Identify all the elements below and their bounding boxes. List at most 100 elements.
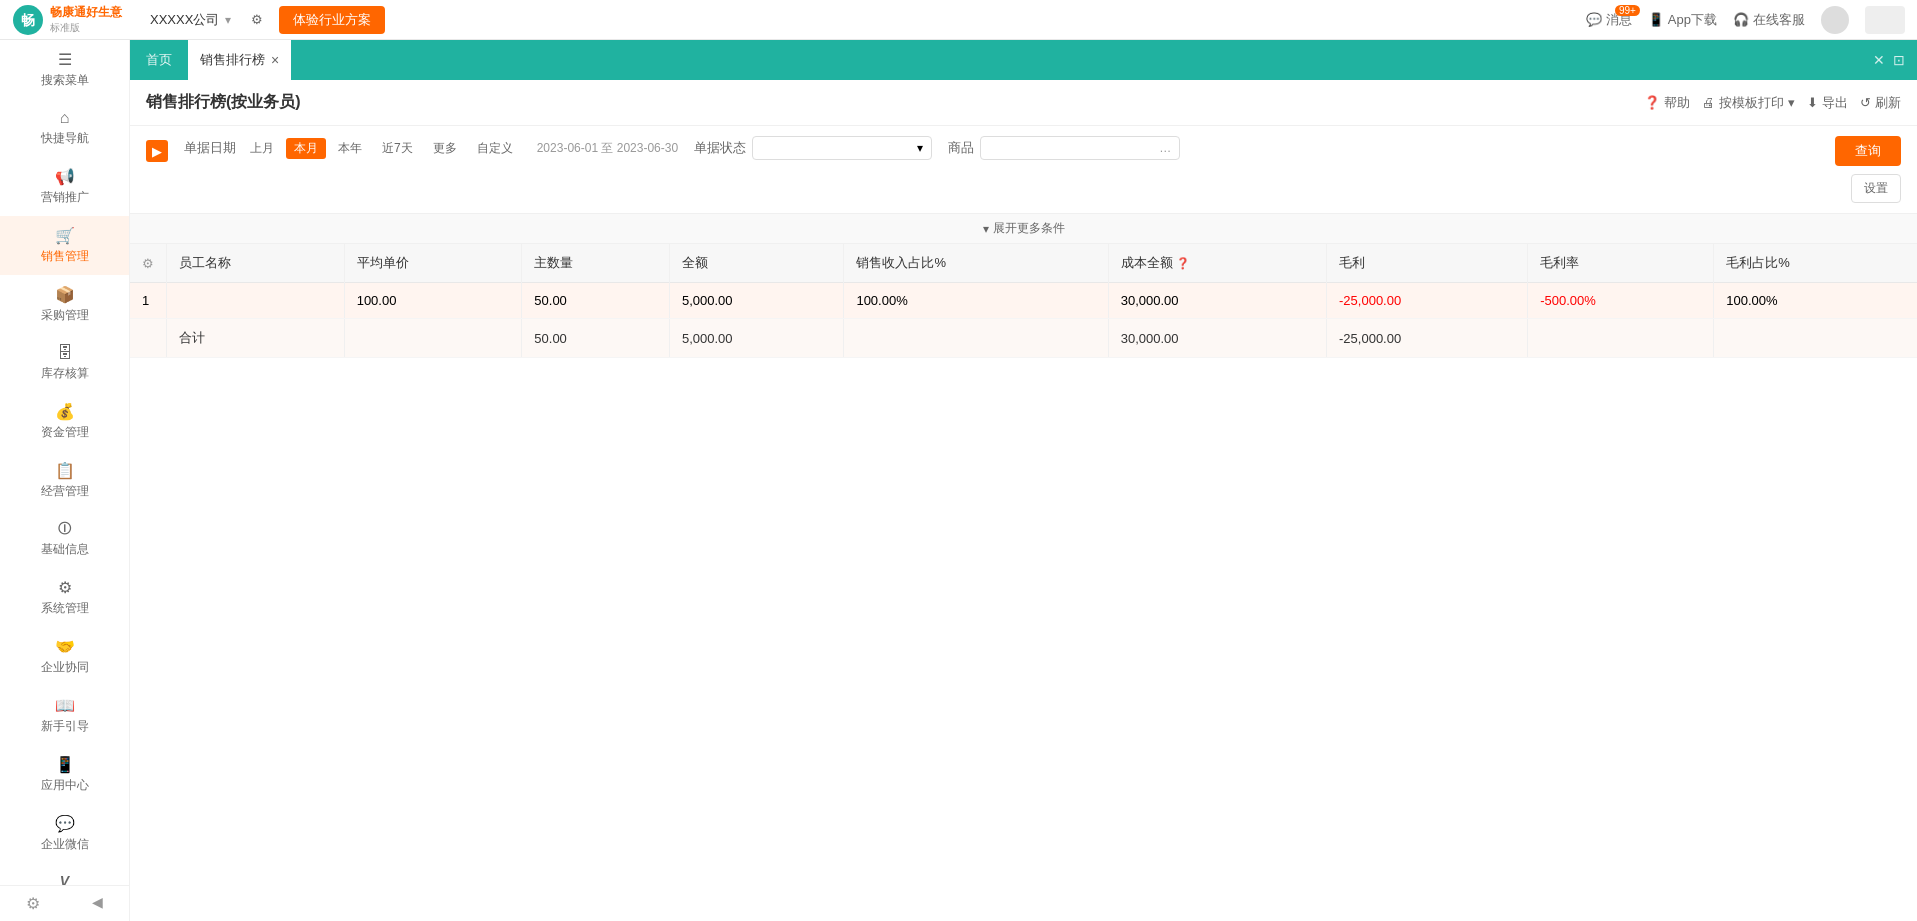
tab-minimize-icon[interactable]: ✕ — [1873, 52, 1885, 68]
status-filter: 单据状态 ▾ — [694, 136, 932, 160]
top-right-actions: 💬 消息 99+ 📱 App下载 🎧 在线客服 — [1586, 6, 1905, 34]
status-select[interactable]: ▾ — [752, 136, 932, 160]
sidebar-collapse-icon[interactable]: ◀ — [92, 894, 103, 913]
date-tab-current-year[interactable]: 本年 — [330, 138, 370, 159]
cost-help-icon[interactable]: ❓ — [1176, 257, 1190, 269]
cell-sales-pct: 100.00% — [844, 283, 1108, 319]
sidebar-item-marketing[interactable]: 📢 营销推广 — [0, 157, 129, 216]
col-name: 员工名称 — [167, 244, 345, 283]
sidebar-item-enterprise[interactable]: 🤝 企业协同 — [0, 627, 129, 686]
template-print-button[interactable]: 🖨 按模板打印 ▾ — [1702, 94, 1795, 112]
col-avg-price: 平均单价 — [344, 244, 522, 283]
help-button[interactable]: ❓ 帮助 — [1644, 94, 1690, 112]
date-tab-last-month[interactable]: 上月 — [242, 138, 282, 159]
filter-toggle-button[interactable]: ▶ — [146, 140, 168, 162]
sidebar-item-inventory[interactable]: 🗄 库存核算 — [0, 334, 129, 392]
guide-icon: 📖 — [55, 696, 75, 715]
app-center-icon: 📱 — [55, 755, 75, 774]
message-badge: 99+ — [1615, 5, 1640, 16]
app-download-button[interactable]: 📱 App下载 — [1648, 11, 1717, 29]
message-button[interactable]: 💬 消息 99+ — [1586, 11, 1632, 29]
footer-label: 合计 — [167, 319, 345, 358]
date-tab-more[interactable]: 更多 — [425, 138, 465, 159]
chevron-down-icon: ▾ — [225, 13, 231, 27]
inventory-icon: 🗄 — [57, 344, 73, 362]
avatar[interactable] — [1821, 6, 1849, 34]
tab-maximize-icon[interactable]: ⊡ — [1893, 52, 1905, 68]
sidebar-item-sales[interactable]: 🛒 销售管理 — [0, 216, 129, 275]
goods-filter: 商品 … — [948, 136, 1180, 160]
sidebar-item-label: 系统管理 — [41, 600, 89, 617]
expand-bar: ▾ 展开更多条件 — [130, 214, 1917, 244]
sidebar-item-system[interactable]: ⚙ 系统管理 — [0, 568, 129, 627]
goods-label: 商品 — [948, 139, 974, 157]
app-logo: 畅 — [12, 4, 44, 36]
settings-icon[interactable]: ⚙ — [243, 6, 271, 34]
col-qty: 主数量 — [522, 244, 670, 283]
date-tab-custom[interactable]: 自定义 — [469, 138, 521, 159]
company-selector[interactable]: XXXXX公司 ▾ — [142, 7, 239, 33]
purchase-icon: 📦 — [55, 285, 75, 304]
print-icon: 🖨 — [1702, 95, 1715, 110]
sidebar-item-label: 资金管理 — [41, 424, 89, 441]
column-settings-button[interactable]: 设置 — [1851, 174, 1901, 203]
col-profit: 毛利 — [1327, 244, 1528, 283]
sidebar-settings-icon[interactable]: ⚙ — [26, 894, 40, 913]
sidebar-item-guide[interactable]: 📖 新手引导 — [0, 686, 129, 745]
tab-bar: 首页 销售排行榜 × ✕ ⊡ — [130, 40, 1917, 80]
tab-label: 销售排行榜 — [200, 51, 265, 69]
expand-conditions-button[interactable]: ▾ 展开更多条件 — [983, 220, 1065, 237]
goods-more-icon: … — [1159, 141, 1171, 155]
sidebar-item-label: 应用中心 — [41, 777, 89, 794]
sidebar-item-quick-nav[interactable]: ⌂ 快捷导航 — [0, 99, 129, 157]
footer-sales-pct — [844, 319, 1108, 358]
sidebar-item-label: 采购管理 — [41, 307, 89, 324]
app-container: 畅 畅康通好生意 标准版 XXXXX公司 ▾ ⚙ 体验行业方案 💬 消息 99+… — [0, 0, 1917, 921]
refresh-button[interactable]: ↺ 刷新 — [1860, 94, 1901, 112]
member-icon: V — [60, 873, 69, 885]
col-sales-pct: 销售收入占比% — [844, 244, 1108, 283]
page-header: 销售排行榜(按业务员) ❓ 帮助 🖨 按模板打印 ▾ ⬇ — [130, 80, 1917, 126]
sidebar-item-wechat[interactable]: 💬 企业微信 — [0, 804, 129, 863]
cell-qty: 50.00 — [522, 283, 670, 319]
sidebar-bottom: ⚙ ◀ — [0, 885, 129, 921]
trial-button[interactable]: 体验行业方案 — [279, 6, 385, 34]
tab-right-controls: ✕ ⊡ — [1873, 52, 1917, 68]
sidebar-item-finance[interactable]: 💰 资金管理 — [0, 392, 129, 451]
wechat-icon: 💬 — [55, 814, 75, 833]
date-tab-current-month[interactable]: 本月 — [286, 138, 326, 159]
home-icon: ⌂ — [60, 109, 70, 127]
goods-input[interactable]: … — [980, 136, 1180, 160]
col-settings[interactable]: ⚙ — [130, 244, 167, 283]
tab-close-icon[interactable]: × — [271, 52, 279, 68]
export-icon: ⬇ — [1807, 95, 1818, 110]
sidebar-item-basic-info[interactable]: Ⓘ 基础信息 — [0, 510, 129, 568]
cell-profit: -25,000.00 — [1327, 283, 1528, 319]
date-tab-7days[interactable]: 近7天 — [374, 138, 421, 159]
footer-qty: 50.00 — [522, 319, 670, 358]
date-range-display: 2023-06-01 至 2023-06-30 — [537, 140, 678, 157]
footer-cost: 30,000.00 — [1108, 319, 1326, 358]
company-name: XXXXX公司 — [150, 11, 219, 29]
sidebar-item-app-center[interactable]: 📱 应用中心 — [0, 745, 129, 804]
footer-profit: -25,000.00 — [1327, 319, 1528, 358]
sidebar-item-operations[interactable]: 📋 经营管理 — [0, 451, 129, 510]
date-tab-group: 上月 本月 本年 近7天 更多 自定义 — [242, 138, 521, 159]
message-icon: 💬 — [1586, 12, 1602, 27]
tab-home[interactable]: 首页 — [130, 40, 188, 80]
tab-sales-ranking[interactable]: 销售排行榜 × — [188, 40, 291, 80]
sidebar-nav: ☰ 搜索菜单 ⌂ 快捷导航 📢 营销推广 🛒 销售管理 📦 采购管理 — [0, 40, 129, 885]
cell-profit-pct: 100.00% — [1714, 283, 1917, 319]
sidebar-item-member[interactable]: V 畅会员 — [0, 863, 129, 885]
online-service-button[interactable]: 🎧 在线客服 — [1733, 11, 1805, 29]
operations-icon: 📋 — [55, 461, 75, 480]
export-button[interactable]: ⬇ 导出 — [1807, 94, 1848, 112]
finance-icon: 💰 — [55, 402, 75, 421]
header-actions: ❓ 帮助 🖨 按模板打印 ▾ ⬇ 导出 ↺ — [1644, 94, 1901, 112]
table-footer-row: 合计 50.00 5,000.00 30,000.00 -25,000.00 — [130, 319, 1917, 358]
sidebar-item-purchase[interactable]: 📦 采购管理 — [0, 275, 129, 334]
cell-name — [167, 283, 345, 319]
sidebar-item-search-menu[interactable]: ☰ 搜索菜单 — [0, 40, 129, 99]
cell-amount: 5,000.00 — [669, 283, 843, 319]
query-button[interactable]: 查询 — [1835, 136, 1901, 166]
